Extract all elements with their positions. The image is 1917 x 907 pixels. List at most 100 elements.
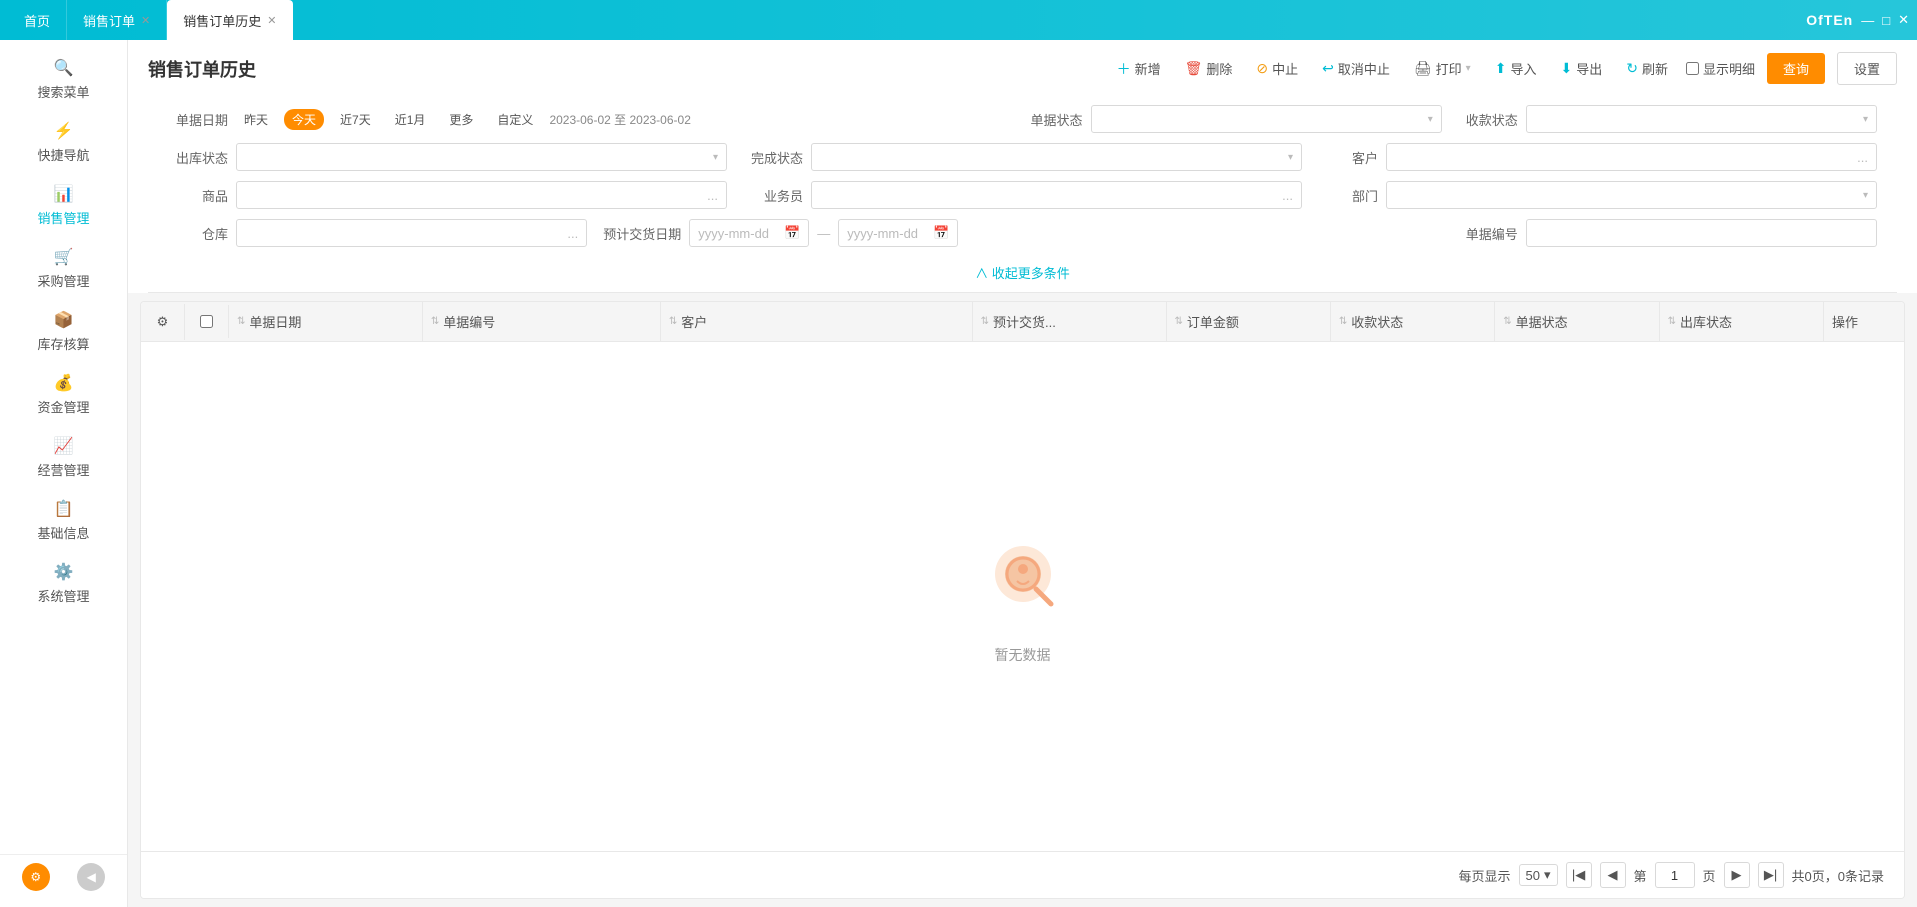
date-tag-yesterday[interactable]: 昨天 — [236, 109, 276, 130]
cancel-stop-button[interactable]: ↩ 取消中止 — [1316, 55, 1396, 82]
first-page-button[interactable]: |◀ — [1566, 862, 1592, 888]
window-close[interactable]: ✕ — [1898, 12, 1909, 28]
sidebar-item-search-menu-label: 搜索菜单 — [37, 82, 89, 101]
export-icon: ⬇ — [1560, 60, 1572, 77]
salesperson-input[interactable]: ... — [811, 181, 1302, 209]
import-button[interactable]: ⬆ 导入 — [1489, 55, 1543, 82]
date-tag-more[interactable]: 更多 — [441, 109, 481, 130]
complete-status-label: 完成状态 — [743, 148, 803, 167]
date-tag-custom[interactable]: 自定义 — [489, 109, 541, 130]
delivery-date-from[interactable]: yyyy-mm-dd 📅 — [689, 219, 809, 247]
top-bar-right: OfTEn — □ ✕ — [1806, 12, 1909, 28]
warehouse-input[interactable]: ... — [236, 219, 587, 247]
sidebar-item-quick-nav[interactable]: ⚡ 快捷导航 — [0, 111, 127, 174]
tab-sales-order-close[interactable]: ✕ — [141, 14, 150, 27]
collect-status-label: 收款状态 — [1458, 110, 1518, 129]
outbound-status-chevron: ▾ — [713, 152, 718, 163]
sidebar-item-sales-mgmt[interactable]: 📊 销售管理 — [0, 174, 127, 237]
page-size-select[interactable]: 50 ▾ — [1519, 864, 1558, 886]
sidebar-item-search-menu[interactable]: 🔍 搜索菜单 — [0, 48, 127, 111]
product-dots[interactable]: ... — [707, 188, 718, 203]
sidebar-item-capital-mgmt[interactable]: 💰 资金管理 — [0, 363, 127, 426]
refresh-button[interactable]: ↻ 刷新 — [1620, 55, 1674, 82]
product-label: 商品 — [168, 186, 228, 205]
th-settings[interactable]: ⚙ — [141, 304, 185, 340]
outbound-status-select[interactable]: ▾ — [236, 143, 727, 171]
date-tag-1month[interactable]: 近1月 — [387, 109, 434, 130]
filter-salesperson: 业务员 ... — [743, 181, 1302, 209]
department-select[interactable]: ▾ — [1386, 181, 1877, 209]
warehouse-label: 仓库 — [168, 224, 228, 243]
date-label: 单据日期 — [168, 110, 228, 129]
display-columns-checkbox[interactable]: 显示明细 — [1686, 59, 1755, 78]
salesperson-dots[interactable]: ... — [1282, 188, 1293, 203]
warehouse-dots[interactable]: ... — [567, 226, 578, 241]
last-page-button[interactable]: ▶| — [1758, 862, 1784, 888]
display-columns-input[interactable] — [1686, 62, 1699, 75]
filter-order-no: 单据编号 — [1458, 219, 1877, 247]
sidebar-item-inventory-calc[interactable]: 📦 库存核算 — [0, 300, 127, 363]
sidebar-item-basic-info-label: 基础信息 — [37, 523, 89, 542]
th-outbound-status[interactable]: ⇅ 出库状态 — [1660, 302, 1824, 341]
outbound-status-label: 出库状态 — [168, 148, 228, 167]
sidebar-item-quick-nav-label: 快捷导航 — [37, 145, 89, 164]
date-tag-today[interactable]: 今天 — [284, 109, 324, 130]
sidebar-item-purchase-mgmt[interactable]: 🛒 采购管理 — [0, 237, 127, 300]
select-all-checkbox[interactable] — [200, 315, 213, 328]
cancel-stop-label: 取消中止 — [1338, 59, 1390, 78]
th-delivery[interactable]: ⇅ 预计交货... — [973, 302, 1167, 341]
date-tag-7days[interactable]: 近7天 — [332, 109, 379, 130]
filter-order-status: 单据状态 ▾ — [1023, 105, 1442, 133]
page-number-input[interactable] — [1655, 862, 1695, 888]
sidebar-item-system-mgmt[interactable]: ⚙️ 系统管理 — [0, 552, 127, 615]
window-maximize[interactable]: □ — [1882, 13, 1890, 28]
print-label: 打印 — [1436, 59, 1462, 78]
tab-home[interactable]: 首页 — [8, 0, 67, 40]
print-icon: 🖨 — [1414, 60, 1432, 77]
order-no-input[interactable] — [1526, 219, 1877, 247]
filter-row-3: 商品 ... 业务员 ... 部门 — [168, 181, 1877, 209]
prev-page-button[interactable]: ◀ — [1600, 862, 1626, 888]
filter-collapse[interactable]: ∧ 收起更多条件 — [168, 257, 1877, 282]
delivery-date-control: yyyy-mm-dd 📅 — yyyy-mm-dd 📅 — [689, 219, 1441, 247]
stop-button[interactable]: ⊘ 中止 — [1250, 55, 1304, 82]
customer-input[interactable]: ... — [1386, 143, 1877, 171]
th-customer[interactable]: ⇅ 客户 — [661, 302, 973, 341]
sort-date-icon: ⇅ — [237, 316, 245, 327]
sort-customer-icon: ⇅ — [669, 316, 677, 327]
total-label: 共0页，0条记录 — [1792, 866, 1884, 885]
collect-status-select[interactable]: ▾ — [1526, 105, 1877, 133]
query-button[interactable]: 查询 — [1767, 53, 1825, 84]
th-action-label: 操作 — [1832, 312, 1858, 331]
product-input[interactable]: ... — [236, 181, 727, 209]
sidebar-settings-icon[interactable]: ⚙ — [22, 863, 50, 891]
sidebar-item-operations-mgmt[interactable]: 📈 经营管理 — [0, 426, 127, 489]
complete-status-chevron: ▾ — [1288, 152, 1293, 163]
delivery-date-to[interactable]: yyyy-mm-dd 📅 — [838, 219, 958, 247]
delete-button[interactable]: 🗑 删除 — [1179, 55, 1239, 82]
window-minimize[interactable]: — — [1861, 13, 1874, 28]
print-button[interactable]: 🖨 打印 ▾ — [1408, 55, 1477, 82]
filter-outbound-status: 出库状态 ▾ — [168, 143, 727, 171]
th-order-no[interactable]: ⇅ 单据编号 — [423, 302, 661, 341]
delivery-date-from-cal: 📅 — [784, 225, 800, 241]
tab-sales-order-history-close[interactable]: ✕ — [267, 14, 276, 27]
tab-sales-order[interactable]: 销售订单 ✕ — [67, 0, 167, 40]
customer-label: 客户 — [1318, 148, 1378, 167]
sidebar-collapse-icon[interactable]: ◀ — [77, 863, 105, 891]
sidebar-item-basic-info[interactable]: 📋 基础信息 — [0, 489, 127, 552]
customer-dots[interactable]: ... — [1857, 150, 1868, 165]
complete-status-select[interactable]: ▾ — [811, 143, 1302, 171]
order-status-select[interactable]: ▾ — [1091, 105, 1442, 133]
th-collect-status[interactable]: ⇅ 收款状态 — [1331, 302, 1495, 341]
th-amount[interactable]: ⇅ 订单金额 — [1167, 302, 1331, 341]
next-page-button[interactable]: ▶ — [1724, 862, 1750, 888]
settings-button[interactable]: 设置 — [1837, 52, 1897, 85]
new-button[interactable]: ＋ 新增 — [1111, 55, 1167, 83]
export-button[interactable]: ⬇ 导出 — [1554, 55, 1608, 82]
th-checkbox[interactable] — [185, 305, 229, 338]
tab-sales-order-history[interactable]: 销售订单历史 ✕ — [167, 0, 293, 40]
th-order-status[interactable]: ⇅ 单据状态 — [1495, 302, 1659, 341]
purchase-mgmt-icon: 🛒 — [54, 247, 74, 267]
th-date[interactable]: ⇅ 单据日期 — [229, 302, 423, 341]
